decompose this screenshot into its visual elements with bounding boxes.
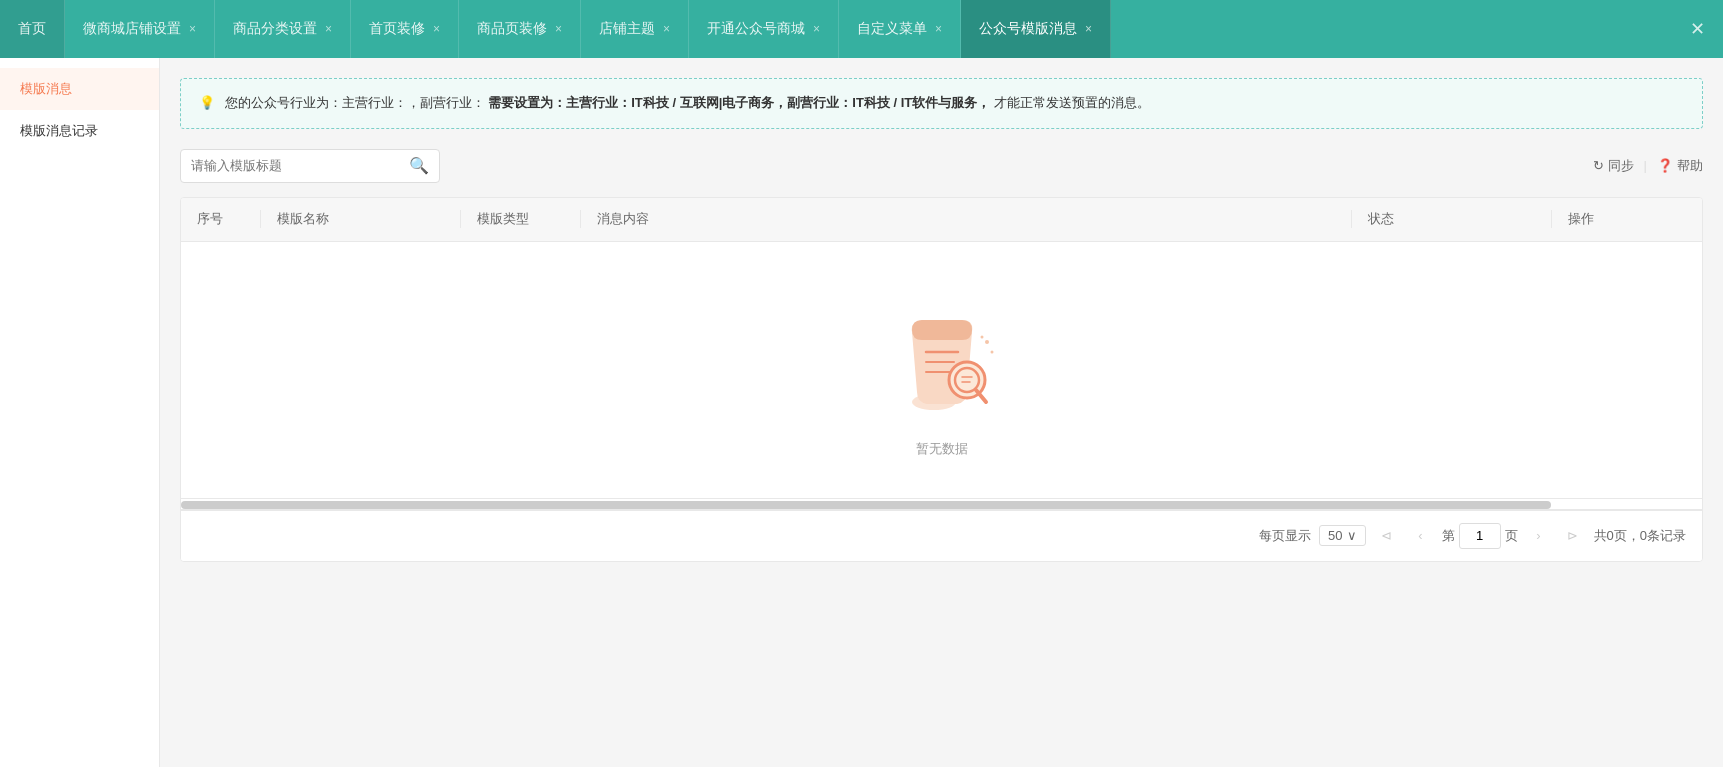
page-number-input[interactable] <box>1459 523 1501 549</box>
refresh-icon: ↻ <box>1593 158 1604 173</box>
empty-state: 暂无数据 <box>181 242 1702 498</box>
close-open-mall[interactable]: × <box>813 22 820 36</box>
help-label: 帮助 <box>1677 157 1703 175</box>
scrollbar-thumb[interactable] <box>181 501 1551 509</box>
th-action: 操作 <box>1552 210 1702 228</box>
sidebar-item-template-msg-label: 模版消息 <box>20 81 72 96</box>
page-label: 页 <box>1505 527 1518 545</box>
sidebar-item-template-msg-log[interactable]: 模版消息记录 <box>0 110 159 152</box>
tab-category-settings-label: 商品分类设置 <box>233 20 317 38</box>
close-weshop-settings[interactable]: × <box>189 22 196 36</box>
sidebar-item-template-msg-log-label: 模版消息记录 <box>20 123 98 138</box>
page-size-label: 每页显示 <box>1259 527 1311 545</box>
empty-illustration <box>882 302 1002 422</box>
empty-text: 暂无数据 <box>916 440 968 458</box>
search-icon[interactable]: 🔍 <box>409 156 429 175</box>
top-nav: 首页 微商城店铺设置 × 商品分类设置 × 首页装修 × 商品页装修 × 店铺主… <box>0 0 1723 58</box>
close-template-msg[interactable]: × <box>1085 22 1092 36</box>
sync-label: 同步 <box>1608 157 1634 175</box>
search-input[interactable] <box>191 158 409 173</box>
first-page-button[interactable]: ⊲ <box>1374 523 1400 549</box>
tab-template-msg-label: 公众号模版消息 <box>979 20 1077 38</box>
tab-weshop-settings-label: 微商城店铺设置 <box>83 20 181 38</box>
last-page-button[interactable]: ⊳ <box>1560 523 1586 549</box>
bulb-icon: 💡 <box>199 95 215 110</box>
info-prefix: 您的公众号行业为：主营行业：，副营行业： <box>225 95 485 110</box>
info-suffix: 才能正常发送预置的消息。 <box>994 95 1150 110</box>
tab-custom-menu[interactable]: 自定义菜单 × <box>839 0 961 58</box>
th-index: 序号 <box>181 210 261 228</box>
horizontal-scrollbar[interactable] <box>181 498 1702 510</box>
global-close-button[interactable]: ✕ <box>1672 18 1723 40</box>
table-header: 序号 模版名称 模版类型 消息内容 状态 操作 <box>181 198 1702 242</box>
sidebar-item-template-msg[interactable]: 模版消息 <box>0 68 159 110</box>
th-status: 状态 <box>1352 210 1552 228</box>
total-info: 共0页，0条记录 <box>1594 527 1686 545</box>
pagination: 每页显示 50 ∨ ⊲ ‹ 第 页 › ⊳ 共0页，0条记录 <box>181 510 1702 561</box>
help-button[interactable]: ❓ 帮助 <box>1657 157 1703 175</box>
svg-point-10 <box>990 350 993 353</box>
prev-page-button[interactable]: ‹ <box>1408 523 1434 549</box>
th-content: 消息内容 <box>581 210 1352 228</box>
tab-store-theme[interactable]: 店铺主题 × <box>581 0 689 58</box>
search-bar: 🔍 ↻ 同步 | ❓ 帮助 <box>180 149 1703 183</box>
tab-weshop-settings[interactable]: 微商城店铺设置 × <box>65 0 215 58</box>
divider: | <box>1644 158 1647 173</box>
tab-home-label: 首页 <box>18 20 46 38</box>
page-size-value: 50 <box>1328 528 1342 543</box>
tab-home[interactable]: 首页 <box>0 0 65 58</box>
tab-home-decor[interactable]: 首页装修 × <box>351 0 459 58</box>
sidebar: 模版消息 模版消息记录 <box>0 58 160 767</box>
close-category-settings[interactable]: × <box>325 22 332 36</box>
tab-product-decor[interactable]: 商品页装修 × <box>459 0 581 58</box>
page-layout: 模版消息 模版消息记录 💡 您的公众号行业为：主营行业：，副营行业： 需要设置为… <box>0 58 1723 767</box>
info-banner: 💡 您的公众号行业为：主营行业：，副营行业： 需要设置为：主营行业：IT科技 /… <box>180 78 1703 129</box>
tab-store-theme-label: 店铺主题 <box>599 20 655 38</box>
chevron-down-icon: ∨ <box>1347 528 1357 543</box>
close-store-theme[interactable]: × <box>663 22 670 36</box>
tab-open-mall[interactable]: 开通公众号商城 × <box>689 0 839 58</box>
sync-button[interactable]: ↻ 同步 <box>1593 157 1634 175</box>
tab-category-settings[interactable]: 商品分类设置 × <box>215 0 351 58</box>
close-home-decor[interactable]: × <box>433 22 440 36</box>
svg-point-11 <box>980 335 983 338</box>
close-custom-menu[interactable]: × <box>935 22 942 36</box>
tab-open-mall-label: 开通公众号商城 <box>707 20 805 38</box>
info-highlight: 需要设置为：主营行业：IT科技 / 互联网|电子商务，副营行业：IT科技 / I… <box>488 95 990 110</box>
tab-template-msg[interactable]: 公众号模版消息 × <box>961 0 1111 58</box>
main-content: 💡 您的公众号行业为：主营行业：，副营行业： 需要设置为：主营行业：IT科技 /… <box>160 58 1723 767</box>
search-field-wrapper[interactable]: 🔍 <box>180 149 440 183</box>
di-label: 第 <box>1442 527 1455 545</box>
help-icon: ❓ <box>1657 158 1673 173</box>
tab-custom-menu-label: 自定义菜单 <box>857 20 927 38</box>
tab-home-decor-label: 首页装修 <box>369 20 425 38</box>
close-product-decor[interactable]: × <box>555 22 562 36</box>
page-size-select[interactable]: 50 ∨ <box>1319 525 1365 546</box>
svg-point-9 <box>985 340 989 344</box>
tab-product-decor-label: 商品页装修 <box>477 20 547 38</box>
th-name: 模版名称 <box>261 210 461 228</box>
next-page-button[interactable]: › <box>1526 523 1552 549</box>
data-table: 序号 模版名称 模版类型 消息内容 状态 操作 <box>180 197 1703 562</box>
page-input-wrapper: 第 页 <box>1442 523 1518 549</box>
th-type: 模版类型 <box>461 210 581 228</box>
search-right-actions: ↻ 同步 | ❓ 帮助 <box>1593 157 1703 175</box>
